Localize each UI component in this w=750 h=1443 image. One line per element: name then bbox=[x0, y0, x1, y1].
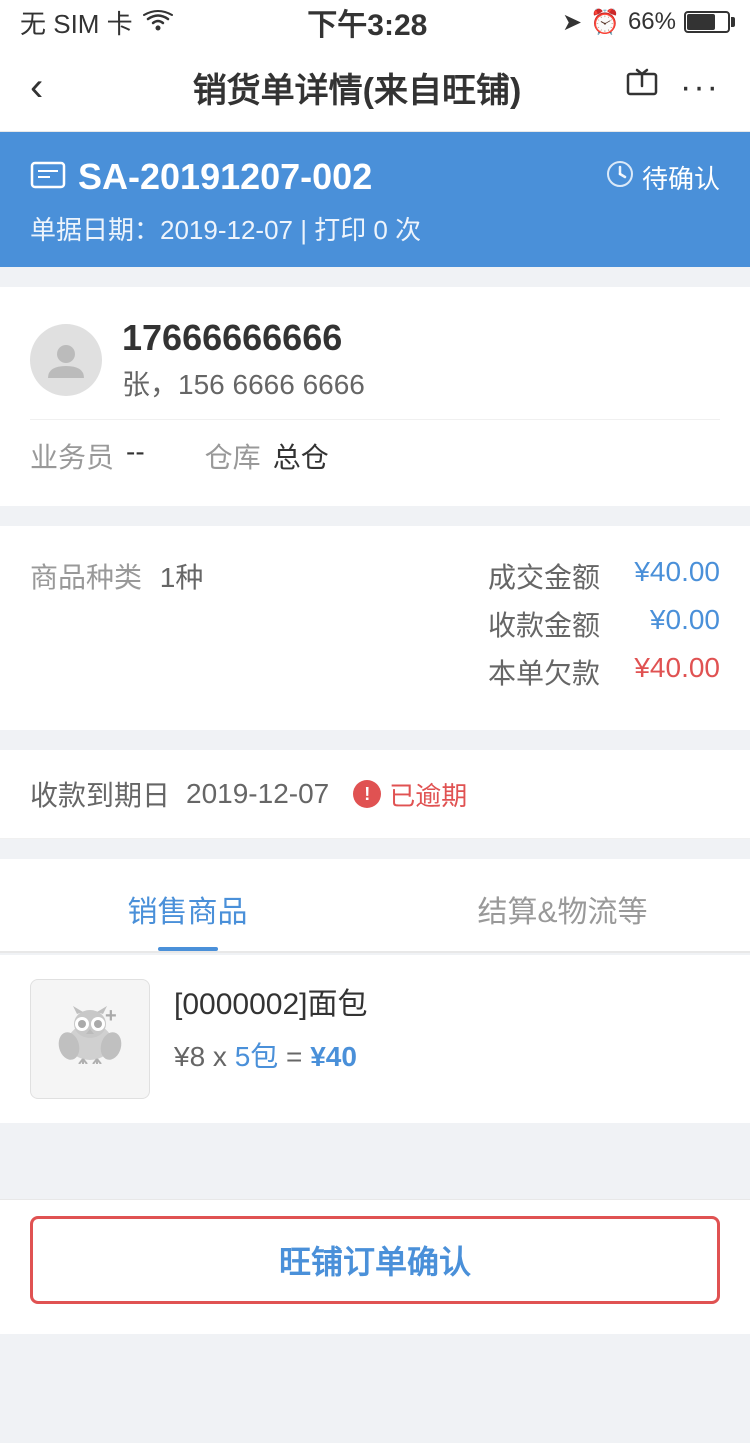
page-title: 销货单详情(来自旺铺) bbox=[193, 63, 522, 112]
battery-icon bbox=[684, 11, 730, 33]
status-bar: 无 SIM 卡 下午3:28 ➤ ⏰ 66% bbox=[0, 0, 750, 44]
product-owl-icon: + bbox=[55, 1004, 125, 1074]
customer-phone: 17666666666 bbox=[122, 317, 365, 359]
back-button[interactable]: ‹ bbox=[30, 65, 90, 110]
status-bar-left: 无 SIM 卡 bbox=[20, 4, 173, 41]
more-button[interactable]: ··· bbox=[680, 68, 720, 107]
due-date-label: 收款到期日 bbox=[30, 774, 170, 814]
product-name: [0000002]面包 bbox=[174, 979, 720, 1023]
summary-right: 成交金额 ¥40.00 收款金额 ¥0.00 本单欠款 ¥40.00 bbox=[488, 556, 720, 700]
status-bar-time: 下午3:28 bbox=[307, 0, 427, 44]
customer-info: 17666666666 张，156 6666 6666 bbox=[122, 317, 365, 403]
warehouse-value: 总仓 bbox=[273, 436, 329, 476]
product-thumbnail: + bbox=[30, 979, 150, 1099]
status-bar-right: ➤ ⏰ 66% bbox=[562, 8, 730, 37]
salesperson-meta: 业务员 -- bbox=[30, 436, 145, 476]
svg-text:+: + bbox=[105, 1005, 117, 1027]
balance-value: ¥40.00 bbox=[620, 652, 720, 692]
due-date-value: 2019-12-07 bbox=[186, 778, 329, 810]
order-banner: SA-20191207-002 待确认 单据日期：2019-12-07 | 打印… bbox=[0, 132, 750, 267]
balance-row: 本单欠款 ¥40.00 bbox=[488, 652, 720, 692]
balance-label: 本单欠款 bbox=[488, 652, 600, 692]
received-label: 收款金额 bbox=[488, 604, 600, 644]
overdue-icon: ! bbox=[353, 780, 381, 808]
tabs-container: 销售商品 结算&物流等 bbox=[0, 859, 750, 953]
transaction-value: ¥40.00 bbox=[620, 556, 720, 596]
product-types-label: 商品种类 bbox=[30, 562, 142, 593]
warehouse-meta: 仓库 总仓 bbox=[205, 436, 329, 476]
overdue-label: 已逾期 bbox=[389, 776, 467, 813]
salesperson-value: -- bbox=[126, 436, 145, 476]
share-button[interactable] bbox=[624, 66, 660, 110]
battery-percent: 66% bbox=[628, 8, 676, 36]
customer-meta: 业务员 -- 仓库 总仓 bbox=[30, 419, 720, 476]
transaction-row: 成交金额 ¥40.00 bbox=[488, 556, 720, 596]
carrier-label: 无 SIM 卡 bbox=[20, 4, 133, 41]
customer-avatar bbox=[30, 324, 102, 396]
tab-products[interactable]: 销售商品 bbox=[0, 859, 375, 951]
summary-card: 商品种类 1种 成交金额 ¥40.00 收款金额 ¥0.00 本单欠款 ¥40.… bbox=[0, 526, 750, 730]
product-total: ¥40 bbox=[310, 1041, 357, 1072]
clock-icon bbox=[606, 160, 634, 195]
equals-sign: = bbox=[278, 1041, 310, 1072]
wifi-icon bbox=[143, 7, 173, 38]
price-per-unit: ¥8 x bbox=[174, 1041, 235, 1072]
customer-card: 17666666666 张，156 6666 6666 业务员 -- 仓库 总仓 bbox=[0, 287, 750, 506]
received-value: ¥0.00 bbox=[620, 604, 720, 644]
salesperson-label: 业务员 bbox=[30, 436, 114, 476]
warehouse-label: 仓库 bbox=[205, 436, 261, 476]
alarm-icon: ⏰ bbox=[590, 8, 620, 37]
overdue-badge: ! 已逾期 bbox=[353, 776, 467, 813]
order-id: SA-20191207-002 bbox=[30, 156, 372, 198]
product-qty: 5包 bbox=[235, 1041, 279, 1072]
received-row: 收款金额 ¥0.00 bbox=[488, 604, 720, 644]
order-date: 单据日期：2019-12-07 | 打印 0 次 bbox=[30, 210, 720, 247]
summary-left: 商品种类 1种 bbox=[30, 556, 203, 596]
product-types-value: 1种 bbox=[160, 562, 204, 593]
product-card: + [0000002]面包 ¥8 x 5包 = ¥40 bbox=[0, 955, 750, 1123]
nav-actions: ··· bbox=[624, 66, 720, 110]
bottom-spacer bbox=[0, 1323, 750, 1443]
order-status: 待确认 bbox=[606, 159, 720, 196]
order-icon bbox=[30, 156, 66, 198]
location-icon: ➤ bbox=[562, 8, 582, 37]
due-date-card: 收款到期日 2019-12-07 ! 已逾期 bbox=[0, 750, 750, 839]
nav-bar: ‹ 销货单详情(来自旺铺) ··· bbox=[0, 44, 750, 132]
bottom-bar: 旺铺订单确认 bbox=[0, 1199, 750, 1334]
confirm-button[interactable]: 旺铺订单确认 bbox=[30, 1216, 720, 1304]
customer-name: 张，156 6666 6666 bbox=[122, 363, 365, 403]
tab-settlement[interactable]: 结算&物流等 bbox=[375, 859, 750, 951]
transaction-label: 成交金额 bbox=[488, 556, 600, 596]
product-price: ¥8 x 5包 = ¥40 bbox=[174, 1035, 720, 1075]
product-info: [0000002]面包 ¥8 x 5包 = ¥40 bbox=[174, 979, 720, 1075]
